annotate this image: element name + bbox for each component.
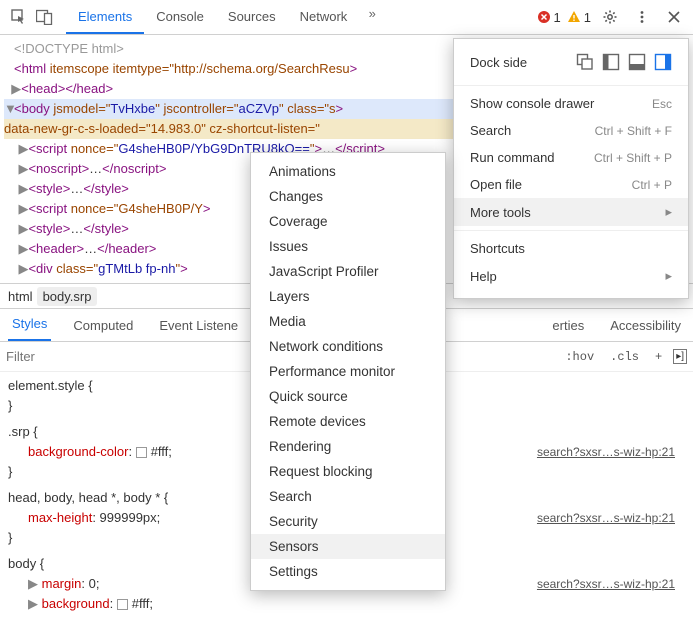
menu-item[interactable]: Run commandCtrl + Shift + P [454, 144, 688, 171]
submenu-item[interactable]: Remote devices [251, 409, 445, 434]
dock-left-icon[interactable] [602, 53, 620, 71]
menu-item[interactable]: Open fileCtrl + P [454, 171, 688, 198]
dock-label: Dock side [470, 55, 527, 70]
subtab-accessibility[interactable]: Accessibility [606, 310, 685, 341]
submenu-item[interactable]: Layers [251, 284, 445, 309]
crumb-html[interactable]: html [8, 289, 33, 304]
tab-console[interactable]: Console [144, 1, 216, 34]
more-tabs-icon[interactable]: » [359, 1, 385, 27]
submenu-item[interactable]: Network conditions [251, 334, 445, 359]
submenu-item[interactable]: JavaScript Profiler [251, 259, 445, 284]
menu-item[interactable]: More tools▸ [454, 198, 688, 226]
tab-sources[interactable]: Sources [216, 1, 288, 34]
kebab-icon[interactable] [629, 4, 655, 30]
submenu-item[interactable]: Media [251, 309, 445, 334]
warn-count: 1 [584, 10, 591, 25]
menu-item[interactable]: Shortcuts [454, 235, 688, 262]
inspect-icon[interactable] [6, 4, 32, 30]
main-menu: Dock side Show console drawerEscSearchCt… [453, 38, 689, 299]
tab-network[interactable]: Network [288, 1, 360, 34]
tab-elements[interactable]: Elements [66, 1, 144, 34]
panel-tabs: Elements Console Sources Network » [66, 1, 385, 34]
dock-bottom-icon[interactable] [628, 53, 646, 71]
error-badge[interactable]: 1 [537, 10, 561, 25]
source-link[interactable]: search?sxsr…s-wiz-hp:21 [537, 574, 675, 594]
submenu-item[interactable]: Sensors [251, 534, 445, 559]
subtab-listeners[interactable]: Event Listene [155, 310, 242, 341]
submenu-item[interactable]: Quick source [251, 384, 445, 409]
gear-icon[interactable] [597, 4, 623, 30]
more-tools-submenu: AnimationsChangesCoverageIssuesJavaScrip… [250, 152, 446, 591]
dock-right-icon[interactable] [654, 53, 672, 71]
submenu-item[interactable]: Settings [251, 559, 445, 584]
close-icon[interactable] [661, 4, 687, 30]
source-link[interactable]: search?sxsr…s-wiz-hp:21 [537, 508, 675, 528]
hov-button[interactable]: :hov [560, 348, 599, 366]
submenu-item[interactable]: Issues [251, 234, 445, 259]
menu-item[interactable]: Help▸ [454, 262, 688, 290]
add-rule-button[interactable]: + [650, 348, 667, 366]
submenu-item[interactable]: Changes [251, 184, 445, 209]
submenu-item[interactable]: Animations [251, 159, 445, 184]
menu-item[interactable]: Show console drawerEsc [454, 90, 688, 117]
submenu-item[interactable]: Coverage [251, 209, 445, 234]
subtab-properties[interactable]: erties [548, 310, 588, 341]
warn-badge[interactable]: 1 [567, 10, 591, 25]
submenu-item[interactable]: Security [251, 509, 445, 534]
submenu-item[interactable]: Request blocking [251, 459, 445, 484]
subtab-styles[interactable]: Styles [8, 308, 51, 341]
source-link[interactable]: search?sxsr…s-wiz-hp:21 [537, 442, 675, 462]
toggle-panel-icon[interactable]: ▸] [673, 349, 687, 364]
error-count: 1 [554, 10, 561, 25]
dock-undock-icon[interactable] [576, 53, 594, 71]
subtab-computed[interactable]: Computed [69, 310, 137, 341]
submenu-item[interactable]: Rendering [251, 434, 445, 459]
menu-item[interactable]: SearchCtrl + Shift + F [454, 117, 688, 144]
device-icon[interactable] [32, 4, 58, 30]
submenu-item[interactable]: Search [251, 484, 445, 509]
crumb-body[interactable]: body.srp [37, 287, 98, 306]
cls-button[interactable]: .cls [605, 348, 644, 366]
devtools-toolbar: Elements Console Sources Network » 1 1 [0, 0, 693, 35]
submenu-item[interactable]: Performance monitor [251, 359, 445, 384]
